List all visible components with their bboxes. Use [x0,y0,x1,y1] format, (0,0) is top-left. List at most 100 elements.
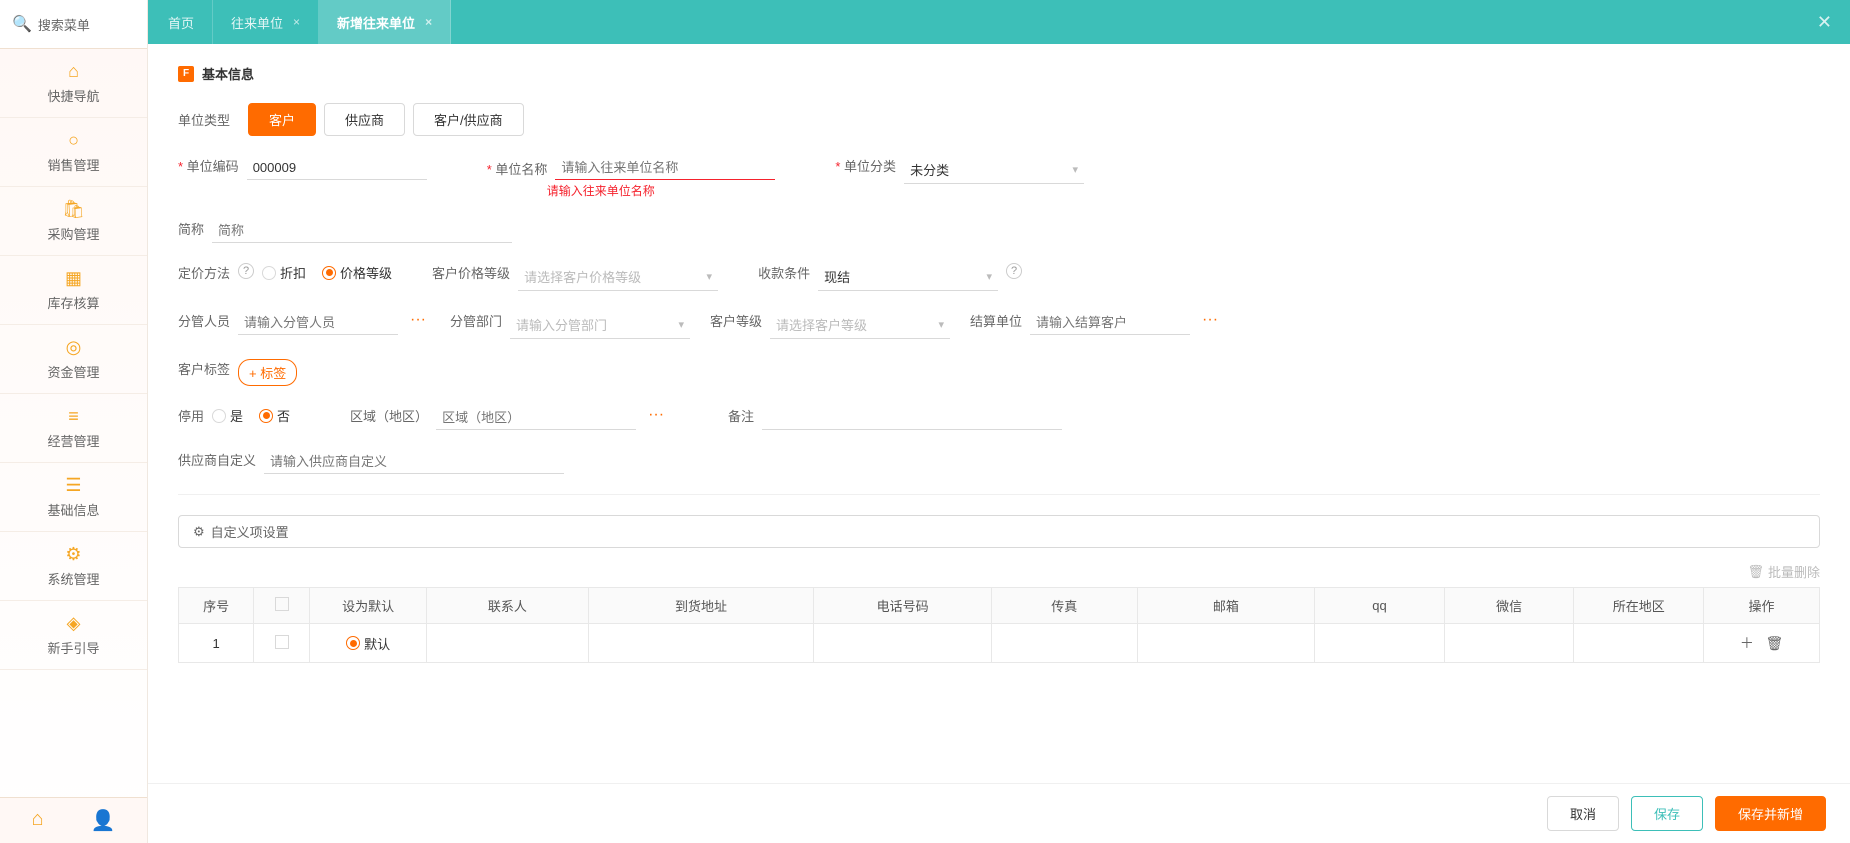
col-email: 邮箱 [1137,588,1315,624]
pricing-help-icon[interactable]: ? [238,263,254,279]
table-row: 1 默认 [179,624,1820,663]
unit-code-input[interactable] [247,156,427,180]
unit-type-customer-btn[interactable]: 客户 [248,103,316,136]
bag-icon: 🛍 [62,199,85,220]
guide-icon: ◈ [67,613,81,634]
phone-input[interactable] [858,637,948,651]
contact-input[interactable] [467,637,547,651]
settlement-more-btn[interactable]: ··· [1198,311,1222,329]
cell-fax[interactable] [991,624,1137,663]
sidebar-item-purchase[interactable]: 🛍 采购管理 [0,187,147,256]
unit-category-select[interactable]: 未分类 ▾ [904,156,1084,184]
sidebar-item-operations[interactable]: ≡ 经营管理 [0,394,147,463]
address-input[interactable] [641,637,761,651]
manager-input[interactable] [238,311,398,335]
tab-home[interactable]: 首页 [158,0,213,44]
radio-price-level[interactable]: 价格等级 [322,263,392,282]
cancel-button[interactable]: 取消 [1547,796,1619,831]
radio-discount-circle [262,266,276,280]
section-header: F 基本信息 [178,64,1820,83]
default-radio[interactable]: 默认 [320,634,416,653]
region-table-input[interactable] [1609,637,1669,651]
radio-no-label: 否 [277,406,290,425]
cell-region[interactable] [1574,624,1704,663]
remark-input[interactable] [762,406,1062,430]
unit-category-label: 单位分类 [835,156,896,175]
dept-placeholder: 请输入分管部门 [516,315,607,334]
disabled-radio-group: 是 否 [212,406,290,425]
payment-terms-label: 收款条件 [758,263,810,282]
sidebar-item-guide[interactable]: ◈ 新手引导 [0,601,147,670]
supplier-custom-input[interactable] [264,450,564,474]
save-button[interactable]: 保存 [1631,796,1703,831]
sidebar-item-sales[interactable]: ○ 销售管理 [0,118,147,187]
manager-more-btn[interactable]: ··· [406,311,430,329]
tab-new-unit-close[interactable]: × [425,15,432,29]
cell-qq[interactable] [1315,624,1445,663]
cell-check[interactable] [254,624,310,663]
coin-icon: ◎ [66,337,82,358]
cell-phone[interactable] [814,624,992,663]
default-radio-circle [346,636,360,650]
tabbar-global-close[interactable]: ✕ [1809,8,1840,37]
fax-input[interactable] [1029,637,1099,651]
radio-yes[interactable]: 是 [212,406,243,425]
region-input[interactable] [436,406,636,430]
field-remark: 备注 [728,406,1062,430]
radio-discount[interactable]: 折扣 [262,263,306,282]
tag-add-btn[interactable]: + 标签 [238,359,297,386]
form-row-tags: 客户标签 + 标签 [178,359,1820,386]
home-bottom-icon[interactable]: ⌂ [32,808,44,833]
radio-discount-label: 折扣 [280,263,306,282]
department-select[interactable]: 请输入分管部门 ▾ [510,311,690,339]
settlement-unit-input[interactable] [1030,311,1190,335]
region-label: 区域（地区） [350,406,428,425]
tab-units[interactable]: 往来单位 × [213,0,319,44]
field-customer-level: 客户等级 请选择客户等级 ▾ [710,311,950,339]
qq-input[interactable] [1350,637,1410,651]
radio-no[interactable]: 否 [259,406,290,425]
cell-wechat[interactable] [1444,624,1574,663]
form-row-shortname: 简称 [178,219,1820,243]
short-name-input[interactable] [212,219,512,243]
header-checkbox[interactable] [275,597,289,611]
sidebar-search[interactable]: 🔍 搜索菜单 [0,0,147,49]
supplier-custom-label: 供应商自定义 [178,450,256,469]
tab-new-unit[interactable]: 新增往来单位 × [319,0,451,44]
save-new-button[interactable]: 保存并新增 [1715,796,1826,831]
row-add-btn[interactable]: ＋ [1736,631,1758,655]
row-checkbox[interactable] [275,635,289,649]
unit-type-both-btn[interactable]: 客户/供应商 [413,103,524,136]
sidebar-item-quick-nav[interactable]: ⌂ 快捷导航 [0,49,147,118]
row-delete-btn[interactable]: 🗑 [1761,633,1787,654]
region-more-btn[interactable]: ··· [644,406,668,424]
sidebar-item-finance[interactable]: ◎ 资金管理 [0,325,147,394]
unit-name-input[interactable] [555,156,775,180]
custom-settings-btn[interactable]: ⚙ 自定义项设置 [178,515,1820,548]
field-short-name: 简称 [178,219,512,243]
cell-contact[interactable] [427,624,589,663]
col-phone: 电话号码 [814,588,992,624]
tab-units-close[interactable]: × [293,15,300,29]
wechat-input[interactable] [1479,637,1539,651]
cell-email[interactable] [1137,624,1315,663]
col-contact: 联系人 [427,588,589,624]
settlement-unit-label: 结算单位 [970,311,1022,330]
customer-level-select[interactable]: 请选择客户等级 ▾ [770,311,950,339]
customer-price-level-select[interactable]: 请选择客户价格等级 ▾ [518,263,718,291]
payment-terms-select[interactable]: 现结 ▾ [818,263,998,291]
disabled-label: 停用 [178,406,204,425]
batch-delete-area[interactable]: 🗑 批量删除 [178,562,1820,581]
sidebar-item-inventory[interactable]: ▦ 库存核算 [0,256,147,325]
field-unit-name: 单位名称 请输入往来单位名称 [487,156,776,199]
unit-type-supplier-btn[interactable]: 供应商 [324,103,405,136]
customer-level-label: 客户等级 [710,311,762,330]
user-bottom-icon[interactable]: 👤 [91,808,116,833]
email-input[interactable] [1181,637,1271,651]
cell-address[interactable] [588,624,814,663]
tab-home-label: 首页 [168,13,194,32]
sidebar-item-system[interactable]: ⚙ 系统管理 [0,532,147,601]
payment-help-icon[interactable]: ? [1006,263,1022,279]
sidebar-item-basic-info[interactable]: ☰ 基础信息 [0,463,147,532]
section-title: 基本信息 [202,64,254,83]
